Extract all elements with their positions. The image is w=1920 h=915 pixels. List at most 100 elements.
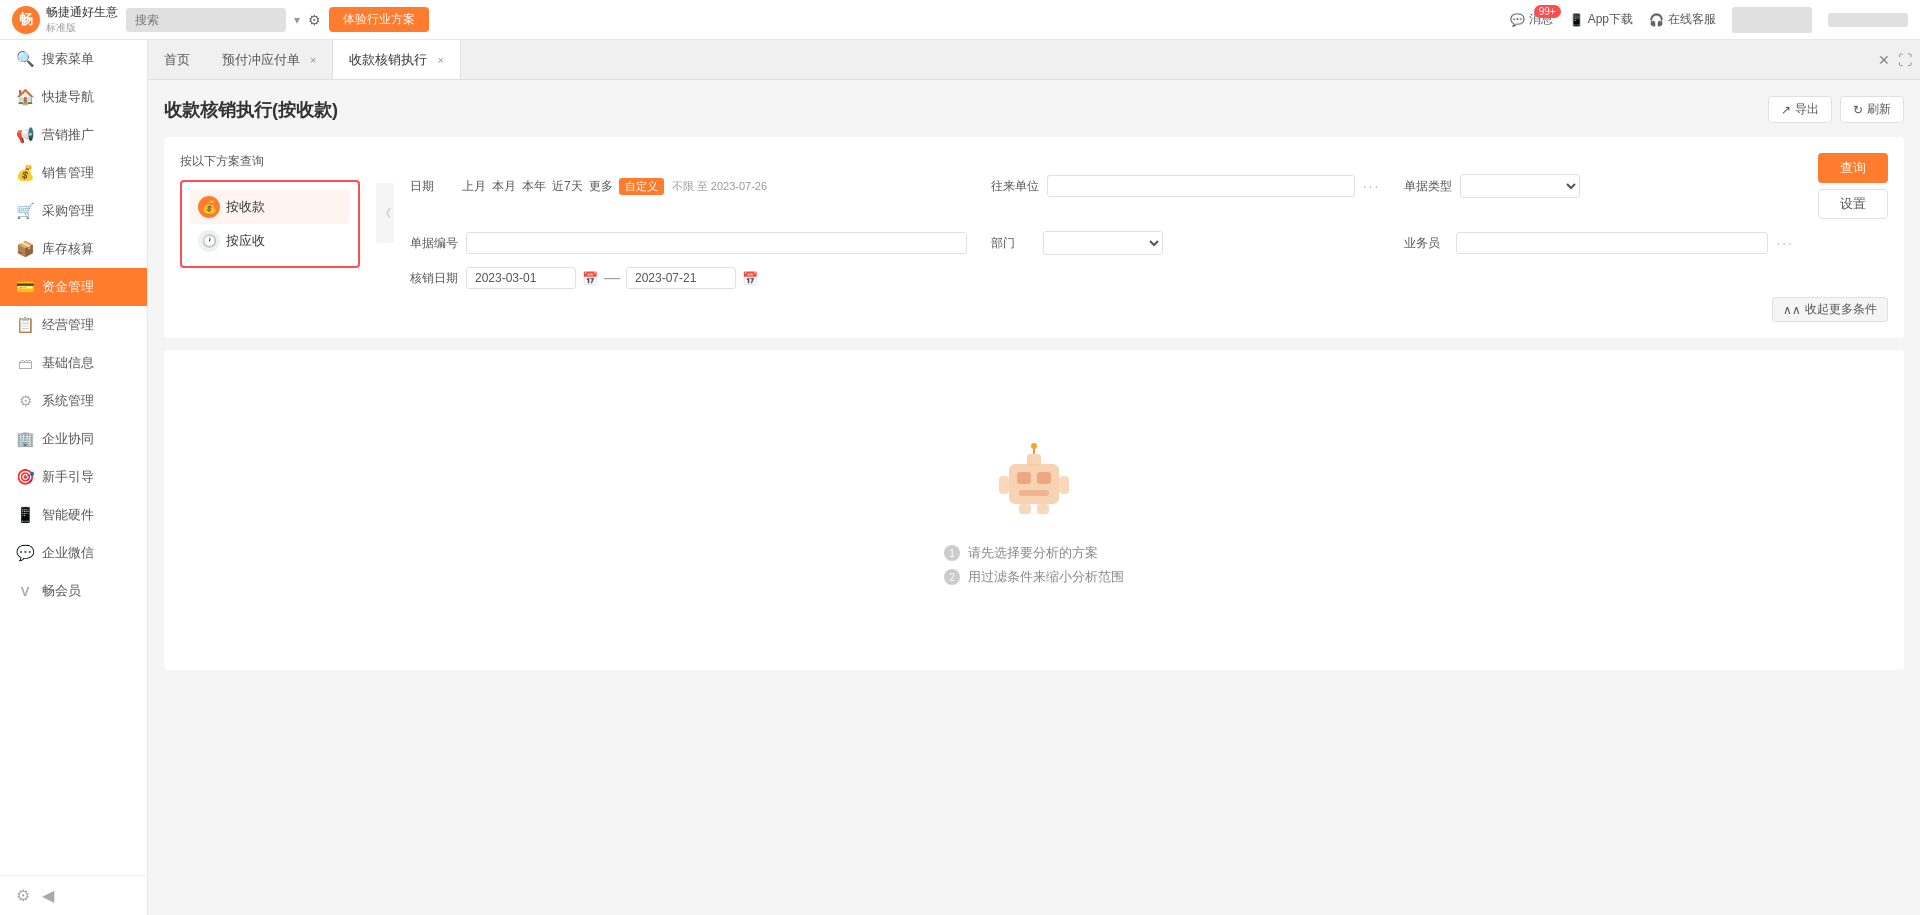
gear-icon[interactable]: ⚙ <box>308 12 321 28</box>
query-btn[interactable]: 查询 <box>1818 153 1888 183</box>
empty-illustration <box>989 434 1079 528</box>
calendar-start-icon[interactable]: 📅 <box>582 271 598 286</box>
sidebar-item-label: 系统管理 <box>42 392 94 410</box>
filter-rows: 日期 上月 本月 本年 近7天 更多 自定义 不限 至 2023-07-26 <box>410 153 1888 289</box>
sidebar-item-basic-info[interactable]: 🗃 基础信息 <box>0 344 147 382</box>
docno-input[interactable] <box>466 232 967 254</box>
tab-home[interactable]: 首页 <box>148 40 206 79</box>
sidebar-item-sales[interactable]: 💰 销售管理 <box>0 154 147 192</box>
sidebar-item-label: 库存核算 <box>42 240 94 258</box>
filter-counterpart-field: 往来单位 ··· <box>991 175 1381 197</box>
filter-row-3: 核销日期 📅 — 📅 <box>410 267 1888 289</box>
date-opt-7days[interactable]: 近7天 <box>552 178 583 195</box>
collapse-icon[interactable]: ◀ <box>42 886 54 905</box>
brand-icon: 畅 <box>12 6 40 34</box>
sidebar-item-marketing[interactable]: 📢 营销推广 <box>0 116 147 154</box>
system-icon: ⚙ <box>16 392 34 410</box>
setting-btn[interactable]: 设置 <box>1818 189 1888 219</box>
sidebar-item-purchase[interactable]: 🛒 采购管理 <box>0 192 147 230</box>
search-icon: 🔍 <box>16 50 34 68</box>
svg-rect-0 <box>1009 464 1059 504</box>
topbar-right: 💬 消息 99+ 📱 App下载 🎧 在线客服 <box>1510 7 1908 33</box>
receivable-icon: 🕐 <box>198 230 220 252</box>
topbar-left: 畅 畅捷通好生意 标准版 ▾ ⚙ 体验行业方案 <box>12 4 429 35</box>
collapse-more-btn[interactable]: ∧∧ 收起更多条件 <box>1772 297 1888 322</box>
query-actions: 查询 设置 <box>1818 153 1888 219</box>
date-separator: — <box>604 269 620 287</box>
staff-input[interactable] <box>1456 232 1768 254</box>
date-opt-last-month[interactable]: 上月 <box>462 178 486 195</box>
svg-rect-1 <box>1017 472 1031 484</box>
marketing-icon: 📢 <box>16 126 34 144</box>
tab-prepay[interactable]: 预付冲应付单 × <box>206 40 333 79</box>
app-download-btn[interactable]: 📱 App下载 <box>1569 11 1633 28</box>
online-service-btn[interactable]: 🎧 在线客服 <box>1649 11 1716 28</box>
refresh-btn[interactable]: ↻ 刷新 <box>1840 96 1904 123</box>
tab-close-all-icon[interactable]: ✕ <box>1878 52 1890 68</box>
empty-step2-label: 用过滤条件来缩小分析范围 <box>968 568 1124 586</box>
inventory-icon: 📦 <box>16 240 34 258</box>
empty-step-1: 1 请先选择要分析的方案 <box>944 544 1098 562</box>
export-btn[interactable]: ↗ 导出 <box>1768 96 1832 123</box>
filter-row-2: 单据编号 部门 业务员 ··· <box>410 231 1888 255</box>
service-icon: 🎧 <box>1649 13 1664 27</box>
sidebar-item-label: 基础信息 <box>42 354 94 372</box>
empty-text: 1 请先选择要分析的方案 2 用过滤条件来缩小分析范围 <box>944 544 1124 586</box>
date-opt-custom[interactable]: 自定义 <box>619 178 664 195</box>
tab-collection[interactable]: 收款核销执行 × <box>333 40 460 79</box>
doctype-select[interactable] <box>1460 174 1580 198</box>
refresh-icon: ↻ <box>1853 103 1863 117</box>
filter-option-receipt[interactable]: 💰 按收款 <box>190 190 350 224</box>
staff-dots[interactable]: ··· <box>1776 235 1794 251</box>
wechat-icon: 💬 <box>16 544 34 562</box>
filter-option-receivable[interactable]: 🕐 按应收 <box>190 224 350 258</box>
sales-icon: 💰 <box>16 164 34 182</box>
search-input[interactable] <box>126 8 286 32</box>
filter-writeoff-date-field: 核销日期 📅 — 📅 <box>410 267 1888 289</box>
sidebar-item-beginner[interactable]: 🎯 新手引导 <box>0 458 147 496</box>
counterpart-dots[interactable]: ··· <box>1363 178 1381 194</box>
message-btn[interactable]: 💬 消息 99+ <box>1510 11 1553 28</box>
refresh-label: 刷新 <box>1867 101 1891 118</box>
tab-expand-icon[interactable]: ⛶ <box>1898 52 1912 68</box>
date-opt-this-year[interactable]: 本年 <box>522 178 546 195</box>
chevron-down-icon[interactable]: ▾ <box>294 13 300 27</box>
calendar-end-icon[interactable]: 📅 <box>742 271 758 286</box>
settings-icon[interactable]: ⚙ <box>16 886 30 905</box>
tab-collection-label: 收款核销执行 <box>349 51 427 69</box>
beginner-icon: 🎯 <box>16 468 34 486</box>
dept-select[interactable] <box>1043 231 1163 255</box>
sidebar-item-search[interactable]: 🔍 搜索菜单 <box>0 40 147 78</box>
tab-collection-close[interactable]: × <box>437 54 443 66</box>
step-num-1: 1 <box>944 545 960 561</box>
message-badge: 99+ <box>1534 5 1561 18</box>
tab-prepay-close[interactable]: × <box>310 54 316 66</box>
sidebar-item-hardware[interactable]: 📱 智能硬件 <box>0 496 147 534</box>
step-num-2: 2 <box>944 569 960 585</box>
sidebar-item-inventory[interactable]: 📦 库存核算 <box>0 230 147 268</box>
svg-rect-9 <box>1019 504 1031 514</box>
filter-collapse-btn[interactable]: 《 <box>376 183 394 243</box>
writeoff-start-input[interactable] <box>466 267 576 289</box>
date-opt-this-month[interactable]: 本月 <box>492 178 516 195</box>
doctype-label: 单据类型 <box>1404 178 1452 195</box>
sidebar-item-member[interactable]: V 畅会员 <box>0 572 147 610</box>
sidebar-item-quick-nav[interactable]: 🏠 快捷导航 <box>0 78 147 116</box>
sidebar-item-label: 采购管理 <box>42 202 94 220</box>
date-opt-more[interactable]: 更多 <box>589 178 613 195</box>
sidebar-item-operations[interactable]: 📋 经营管理 <box>0 306 147 344</box>
page-title: 收款核销执行(按收款) <box>164 98 338 122</box>
industry-btn[interactable]: 体验行业方案 <box>329 7 429 32</box>
sidebar-item-funds[interactable]: 💳 资金管理 <box>0 268 147 306</box>
filter-date-field: 日期 上月 本月 本年 近7天 更多 自定义 不限 至 2023-07-26 <box>410 178 967 195</box>
counterpart-input[interactable] <box>1047 175 1355 197</box>
sidebar-item-enterprise[interactable]: 🏢 企业协同 <box>0 420 147 458</box>
counterpart-label: 往来单位 <box>991 178 1039 195</box>
content-area: 首页 预付冲应付单 × 收款核销执行 × ✕ ⛶ 收款核销执行(按收款) ↗ <box>148 40 1920 915</box>
tab-bar-actions: ✕ ⛶ <box>1870 52 1920 68</box>
sidebar-item-label: 新手引导 <box>42 468 94 486</box>
writeoff-end-input[interactable] <box>626 267 736 289</box>
sidebar-item-wechat[interactable]: 💬 企业微信 <box>0 534 147 572</box>
empty-step-2: 2 用过滤条件来缩小分析范围 <box>944 568 1124 586</box>
sidebar-item-system[interactable]: ⚙ 系统管理 <box>0 382 147 420</box>
